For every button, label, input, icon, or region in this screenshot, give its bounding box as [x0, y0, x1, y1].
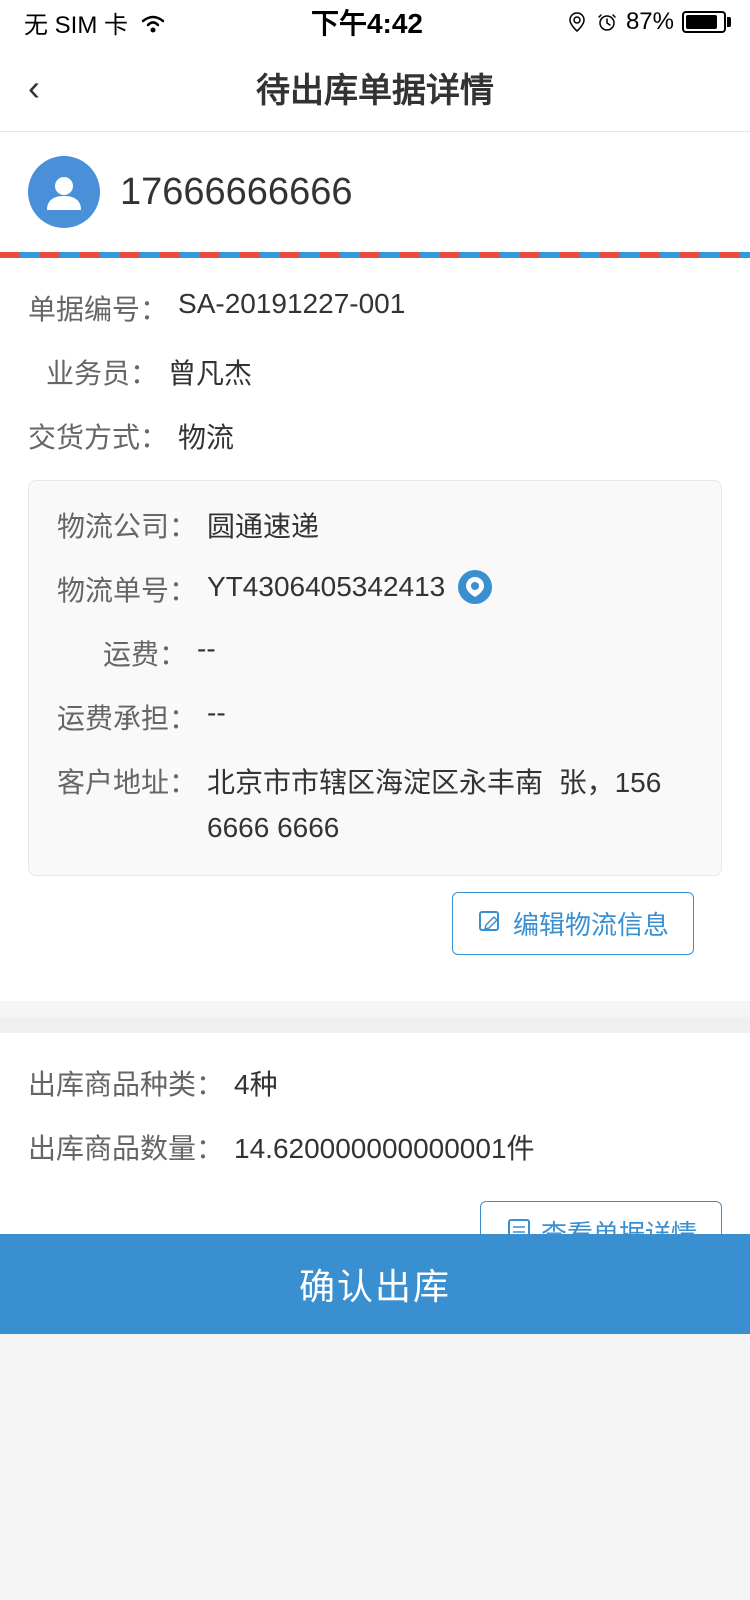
order-number-label: 单据编号：	[28, 288, 168, 328]
user-header: 17666666666	[0, 132, 750, 252]
person-icon	[42, 170, 86, 214]
battery-icon	[682, 11, 726, 33]
address-label: 客户地址：	[57, 761, 197, 801]
edit-icon	[477, 909, 505, 937]
freight-label: 运费：	[57, 633, 187, 673]
goods-quantity-row: 出库商品数量： 14.620000000000001件	[28, 1127, 722, 1167]
salesman-row: 业务员： 曾凡杰	[28, 352, 722, 392]
delivery-method-label: 交货方式：	[28, 416, 168, 456]
edit-logistics-label: 编辑物流信息	[513, 905, 669, 942]
goods-quantity-label: 出库商品数量：	[28, 1127, 224, 1167]
location-pin-icon[interactable]	[457, 569, 493, 605]
delivery-method-row: 交货方式： 物流	[28, 416, 722, 456]
section-separator	[0, 1017, 750, 1033]
goods-type-row: 出库商品种类： 4种	[28, 1063, 722, 1103]
page-title: 待出库单据详情	[256, 63, 494, 112]
order-number-row: 单据编号： SA-20191227-001	[28, 288, 722, 328]
tracking-number-row: 物流单号： YT4306405342413	[57, 569, 693, 609]
status-right: 87%	[566, 8, 726, 36]
wifi-icon	[138, 11, 168, 33]
tracking-number-label: 物流单号：	[57, 569, 197, 609]
status-left: 无 SIM 卡	[24, 5, 168, 40]
address-value: 北京市市辖区海淀区永丰南 张，156 6666 6666	[207, 761, 693, 851]
freight-bearer-row: 运费承担： --	[57, 697, 693, 737]
delivery-method-value: 物流	[178, 416, 722, 456]
battery-percentage: 87%	[626, 8, 674, 36]
nav-bar: ‹ 待出库单据详情	[0, 44, 750, 132]
alarm-icon	[596, 11, 618, 33]
freight-row: 运费： --	[57, 633, 693, 673]
logistics-card: 物流公司： 圆通速递 物流单号： YT4306405342413 运费： --	[28, 480, 722, 876]
status-bar: 无 SIM 卡 下午4:42 87%	[0, 0, 750, 44]
salesman-label: 业务员：	[28, 352, 158, 392]
order-number-value: SA-20191227-001	[178, 288, 722, 320]
freight-value: --	[197, 633, 693, 665]
logistics-company-value: 圆通速递	[207, 505, 693, 545]
goods-type-label: 出库商品种类：	[28, 1063, 224, 1103]
avatar	[28, 156, 100, 228]
status-time: 下午4:42	[311, 2, 423, 42]
user-phone: 17666666666	[120, 171, 352, 214]
logistics-company-row: 物流公司： 圆通速递	[57, 505, 693, 545]
location-status-icon	[566, 11, 588, 33]
logistics-company-label: 物流公司：	[57, 505, 197, 545]
freight-bearer-label: 运费承担：	[57, 697, 197, 737]
edit-logistics-button[interactable]: 编辑物流信息	[452, 892, 694, 955]
freight-bearer-value: --	[207, 697, 693, 729]
goods-type-value: 4种	[234, 1063, 722, 1103]
carrier-label: 无 SIM 卡	[24, 5, 128, 40]
salesman-value: 曾凡杰	[168, 352, 722, 392]
tracking-number-value: YT4306405342413	[207, 569, 693, 605]
confirm-outbound-label: 确认出库	[299, 1258, 451, 1310]
edit-btn-row: 编辑物流信息	[28, 892, 722, 971]
back-button[interactable]: ‹	[28, 67, 40, 109]
goods-quantity-value: 14.620000000000001件	[234, 1127, 722, 1167]
address-row: 客户地址： 北京市市辖区海淀区永丰南 张，156 6666 6666	[57, 761, 693, 851]
confirm-outbound-button[interactable]: 确认出库	[0, 1234, 750, 1334]
order-info-section: 单据编号： SA-20191227-001 业务员： 曾凡杰 交货方式： 物流 …	[0, 258, 750, 1001]
